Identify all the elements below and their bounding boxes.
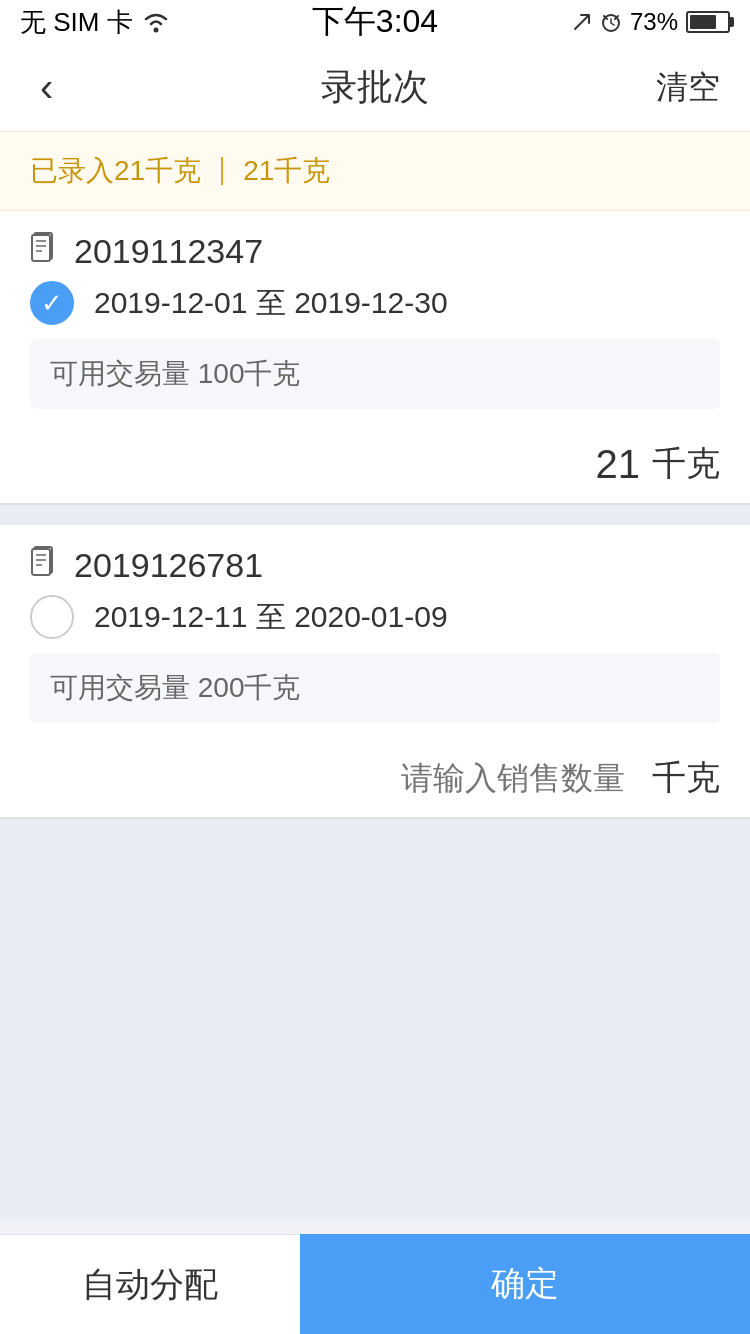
battery-text: 73% (630, 8, 678, 36)
empty-area (0, 819, 750, 1219)
carrier-text: 无 SIM 卡 (20, 5, 133, 40)
batch-1-date-row[interactable]: ✓ 2019-12-01 至 2019-12-30 (30, 281, 720, 325)
batch-1-item: 2019112347 ✓ 2019-12-01 至 2019-12-30 可用交… (0, 211, 750, 409)
batch-1-section: 2019112347 ✓ 2019-12-01 至 2019-12-30 可用交… (0, 211, 750, 505)
batch-1-icon (30, 231, 62, 271)
batch-2-icon (30, 545, 62, 585)
batch-2-date: 2019-12-11 至 2020-01-09 (94, 597, 448, 638)
batch-2-id: 2019126781 (74, 546, 263, 585)
nav-bar: ‹ 录批次 清空 (0, 44, 750, 132)
confirm-button[interactable]: 确定 (300, 1234, 750, 1334)
status-bar: 无 SIM 卡 下午3:04 73% (0, 0, 750, 44)
bottom-bar: 自动分配 确定 (0, 1234, 750, 1334)
summary-banner: 已录入21千克 21千克 (0, 132, 750, 211)
batch-2-radio[interactable] (30, 595, 74, 639)
clear-button[interactable]: 清空 (656, 66, 720, 110)
svg-point-0 (153, 28, 158, 33)
back-button[interactable]: ‹ (30, 55, 63, 120)
batch-1-unit: 千克 (652, 441, 720, 487)
status-right: 73% (572, 8, 730, 36)
location-icon (572, 12, 592, 32)
summary-recorded: 已录入21千克 (30, 152, 201, 190)
wifi-icon (141, 11, 171, 33)
svg-rect-3 (32, 235, 50, 261)
alarm-icon (600, 11, 622, 33)
document-icon (30, 231, 62, 263)
batch-1-quantity: 21 (596, 442, 641, 487)
status-left: 无 SIM 卡 (20, 5, 171, 40)
batch-2-item: 2019126781 2019-12-11 至 2020-01-09 可用交易量… (0, 525, 750, 723)
document-icon-2 (30, 545, 62, 577)
batch-2-available: 可用交易量 200千克 (30, 653, 720, 723)
status-time: 下午3:04 (312, 0, 438, 44)
batch-2-section: 2019126781 2019-12-11 至 2020-01-09 可用交易量… (0, 525, 750, 819)
batch-2-date-row[interactable]: 2019-12-11 至 2020-01-09 (30, 595, 720, 639)
page-title: 录批次 (321, 63, 429, 112)
batch-1-qty-row: 21 千克 (0, 425, 750, 505)
batch-2-qty-input[interactable] (340, 760, 640, 797)
auto-distribute-button[interactable]: 自动分配 (0, 1234, 300, 1334)
batch-1-available: 可用交易量 100千克 (30, 339, 720, 409)
summary-total: 21千克 (243, 152, 330, 190)
battery-icon (686, 11, 730, 33)
section-separator-1 (0, 505, 750, 525)
summary-divider (221, 157, 223, 185)
batch-1-date: 2019-12-01 至 2019-12-30 (94, 283, 448, 324)
batch-2-header: 2019126781 (30, 545, 720, 585)
batch-1-id: 2019112347 (74, 232, 263, 271)
batch-1-header: 2019112347 (30, 231, 720, 271)
svg-rect-8 (32, 549, 50, 575)
batch-2-qty-row[interactable]: 千克 (0, 739, 750, 819)
batch-1-check-icon: ✓ (41, 288, 63, 319)
batch-1-radio[interactable]: ✓ (30, 281, 74, 325)
batch-2-unit: 千克 (652, 755, 720, 801)
battery-fill (690, 15, 716, 29)
